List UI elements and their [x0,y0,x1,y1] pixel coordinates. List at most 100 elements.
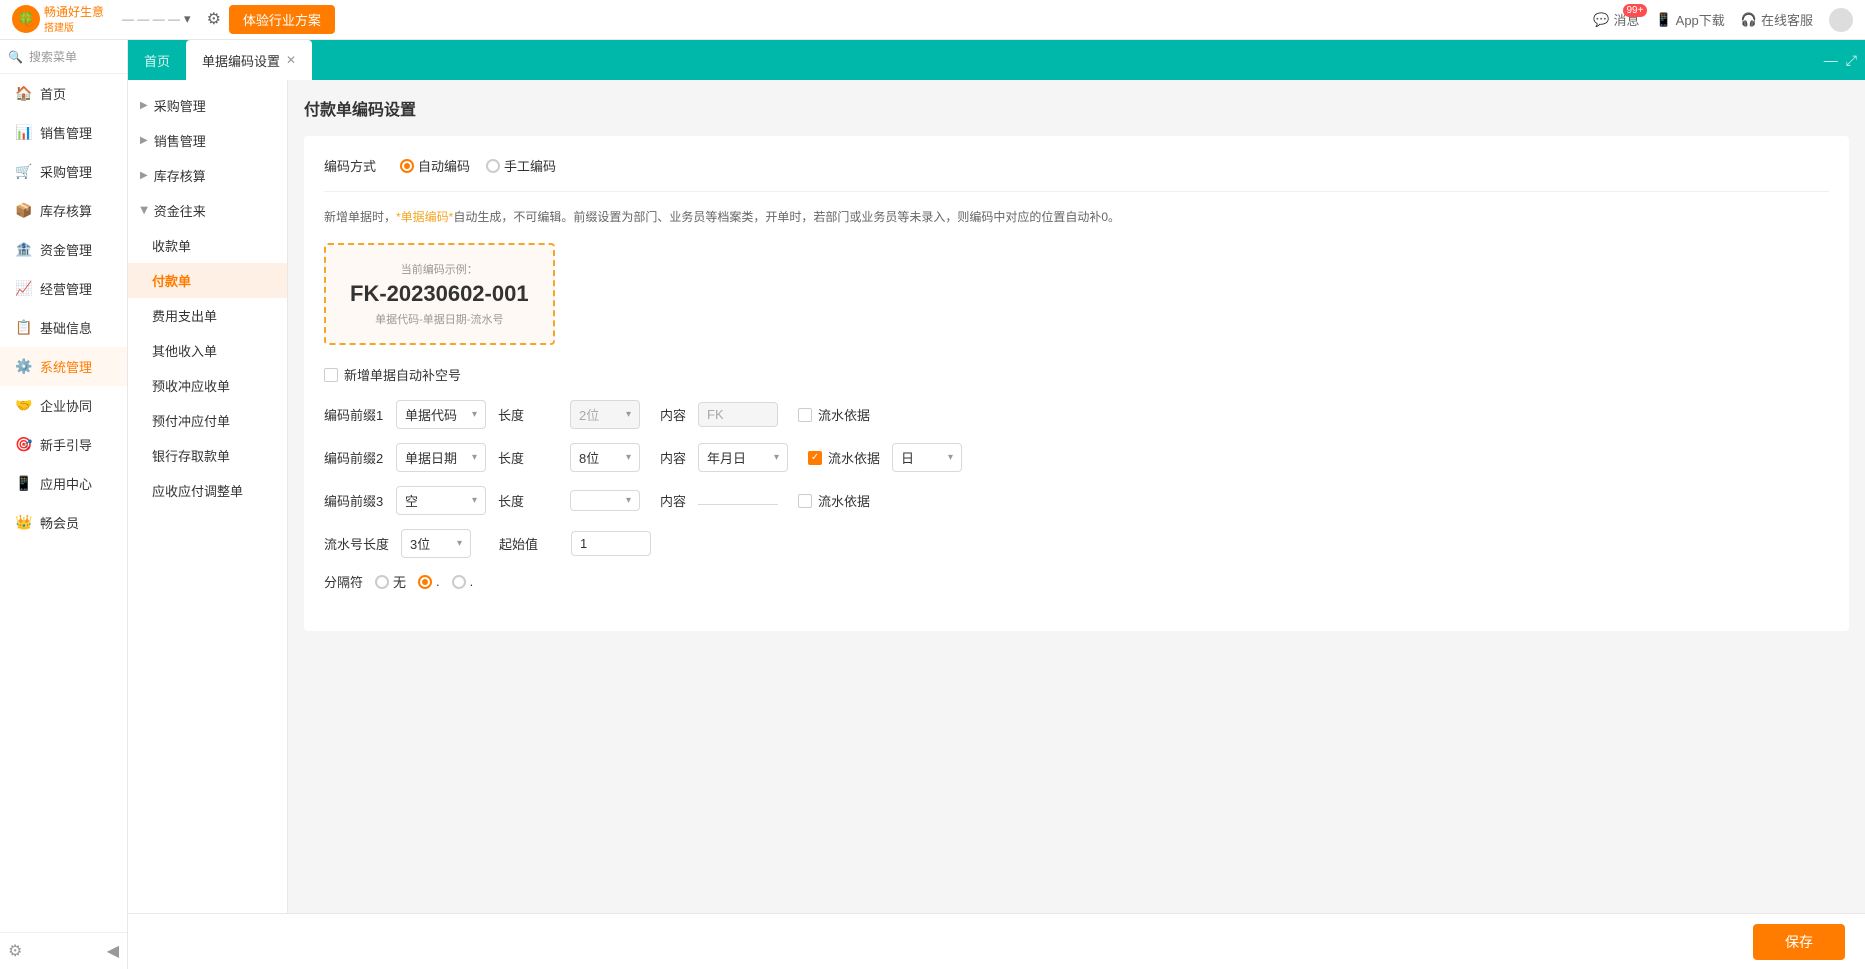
inventory-icon: 📦 [16,203,32,219]
save-button[interactable]: 保存 [1753,924,1845,960]
prefix2-serial-checkbox[interactable]: ✓ [808,451,822,465]
home-icon: 🏠 [16,86,32,102]
menu-group-inventory[interactable]: ▶ 库存核算 [128,158,287,193]
separator-dash-dot [452,575,466,589]
submenu-prepay-payable[interactable]: 预付冲应付单 [128,403,287,438]
tab-home[interactable]: 首页 [128,40,186,80]
basic-icon: 📋 [16,320,32,336]
prefix1-length-select[interactable]: 2位 ▾ [570,400,640,429]
sidebar-item-purchase[interactable]: 🛒 采购管理 [0,152,127,191]
prefix1-type-select[interactable]: 单据代码 ▾ [396,400,486,429]
online-service-item[interactable]: 🎧 在线客服 [1741,10,1813,29]
search-icon: 🔍 [8,50,23,64]
sidebar-item-enterprise[interactable]: 🤝 企业协同 [0,386,127,425]
sidebar-item-operations[interactable]: 📈 经营管理 [0,269,127,308]
manual-encode-radio[interactable]: 手工编码 [486,156,556,175]
sidebar-item-home[interactable]: 🏠 首页 [0,74,127,113]
submenu-expense[interactable]: 费用支出单 [128,298,287,333]
tab-close-icon[interactable]: ✕ [286,53,296,67]
sidebar-item-sales[interactable]: 📊 销售管理 [0,113,127,152]
search-menu[interactable]: 🔍 搜索菜单 [0,40,127,74]
trial-button[interactable]: 体验行业方案 [229,5,335,34]
minimize-icon[interactable]: — [1824,52,1838,68]
chevron-down-icon-p2p: ▾ [948,452,953,463]
prefix1-length-label: 长度 [498,405,558,424]
user-avatar[interactable] [1829,8,1853,32]
topbar-right: 💬 消息 99+ 📱 App下载 🎧 在线客服 [1593,8,1853,32]
submenu-prepay-receivable[interactable]: 预收冲应收单 [128,368,287,403]
chevron-down-icon-p1: ▾ [472,409,477,420]
submenu-ar-ap-adjust[interactable]: 应收应付调整单 [128,473,287,508]
manual-encode-dot [486,159,500,173]
sidebar-item-inventory[interactable]: 📦 库存核算 [0,191,127,230]
prefix1-serial-checkbox[interactable] [798,408,812,422]
finance-icon: 🏦 [16,242,32,258]
serial-config-row: 流水号长度 3位 ▾ 起始值 1 [324,529,1829,558]
page-title: 付款单编码设置 [304,96,1849,120]
settings-icon[interactable]: ⚙ [207,9,221,29]
submenu-receipt[interactable]: 收款单 [128,228,287,263]
start-value-input[interactable]: 1 [571,531,651,556]
prefix3-type-select[interactable]: 空 ▾ [396,486,486,515]
chevron-down-icon-p2l: ▾ [626,452,631,463]
auto-encode-radio[interactable]: 自动编码 [400,156,470,175]
prefix3-label: 编码前缀3 [324,491,384,510]
separator-dash-radio[interactable]: . [452,574,474,589]
enterprise-icon: 🤝 [16,398,32,414]
prefix3-serial-row: 流水依据 [798,491,870,510]
prefix2-length-select[interactable]: 8位 ▾ [570,443,640,472]
menu-group-sales[interactable]: ▶ 销售管理 [128,123,287,158]
prefix3-length-select[interactable]: ▾ [570,490,640,511]
menu-group-purchase[interactable]: ▶ 采购管理 [128,88,287,123]
prefix2-period-select[interactable]: 日 ▾ [892,443,962,472]
maximize-icon[interactable]: ⤢ [1846,52,1857,69]
sidebar-item-apps[interactable]: 📱 应用中心 [0,464,127,503]
app-download-item[interactable]: 📱 App下载 [1655,10,1724,29]
settings-bottom-icon[interactable]: ⚙ [8,941,22,961]
prefix3-serial-checkbox[interactable] [798,494,812,508]
message-item[interactable]: 💬 消息 99+ [1593,10,1639,29]
submenu-payment[interactable]: 付款单 [128,263,287,298]
sidebar-item-finance[interactable]: 🏦 资金管理 [0,230,127,269]
menu-group-capital[interactable]: ▶ 资金往来 [128,193,287,228]
start-value-label: 起始值 [499,534,559,553]
chevron-right-icon2: ▶ [140,135,148,146]
inner-layout: ▶ 采购管理 ▶ 销售管理 ▶ 库存核算 ▶ 资金往来 收款单 [128,80,1865,913]
settings-card: 编码方式 自动编码 手工编码 [304,136,1849,631]
collapse-icon[interactable]: ◀ [107,941,119,961]
prefix2-label: 编码前缀2 [324,448,384,467]
preview-code: FK-20230602-001 [350,281,529,307]
chevron-down-icon-p3l: ▾ [626,495,631,506]
submenu-other-income[interactable]: 其他收入单 [128,333,287,368]
prefix2-content-select[interactable]: 年月日 ▾ [698,443,788,472]
sidebar-item-system[interactable]: ⚙️ 系统管理 [0,347,127,386]
chevron-right-icon3: ▶ [140,170,148,181]
sidebar-item-guide[interactable]: 🎯 新手引导 [0,425,127,464]
message-badge: 99+ [1623,4,1648,17]
system-icon: ⚙️ [16,359,32,375]
company-dropdown[interactable]: — — — — ▾ [114,11,199,27]
topbar: 🍀 畅通好生意 搭建版 — — — — ▾ ⚙ 体验行业方案 💬 消息 99+ … [0,0,1865,40]
topbar-mid: — — — — ▾ ⚙ 体验行业方案 [114,5,335,34]
apps-icon: 📱 [16,476,32,492]
sidebar-item-basic[interactable]: 📋 基础信息 [0,308,127,347]
sub-sidebar: ▶ 采购管理 ▶ 销售管理 ▶ 库存核算 ▶ 资金往来 收款单 [128,80,288,913]
submenu-bank-deposit[interactable]: 银行存取款单 [128,438,287,473]
prefix1-serial-row: 流水依据 [798,405,870,424]
tab-serial-settings[interactable]: 单据编码设置 ✕ [186,40,312,80]
preview-desc: 单据代码-单据日期-流水号 [350,311,529,327]
sidebar-item-member[interactable]: 👑 畅会员 [0,503,127,542]
serial-length-select[interactable]: 3位 ▾ [401,529,471,558]
prefix3-row: 编码前缀3 空 ▾ 长度 ▾ 内容 [324,486,1829,515]
separator-none-radio[interactable]: 无 [375,572,406,591]
encoding-method-row: 编码方式 自动编码 手工编码 [324,156,1829,192]
auto-fill-checkbox[interactable] [324,368,338,382]
auto-fill-row: 新增单据自动补空号 [324,365,1829,384]
preview-box: 当前编码示例： FK-20230602-001 单据代码-单据日期-流水号 [324,243,555,345]
prefix2-type-select[interactable]: 单据日期 ▾ [396,443,486,472]
separator-dot-radio[interactable]: . [418,574,440,589]
chevron-right-icon: ▶ [140,100,148,111]
prefix1-content-input: FK [698,402,778,427]
auto-encode-dot [400,159,414,173]
bottom-bar: 保存 [128,913,1865,969]
